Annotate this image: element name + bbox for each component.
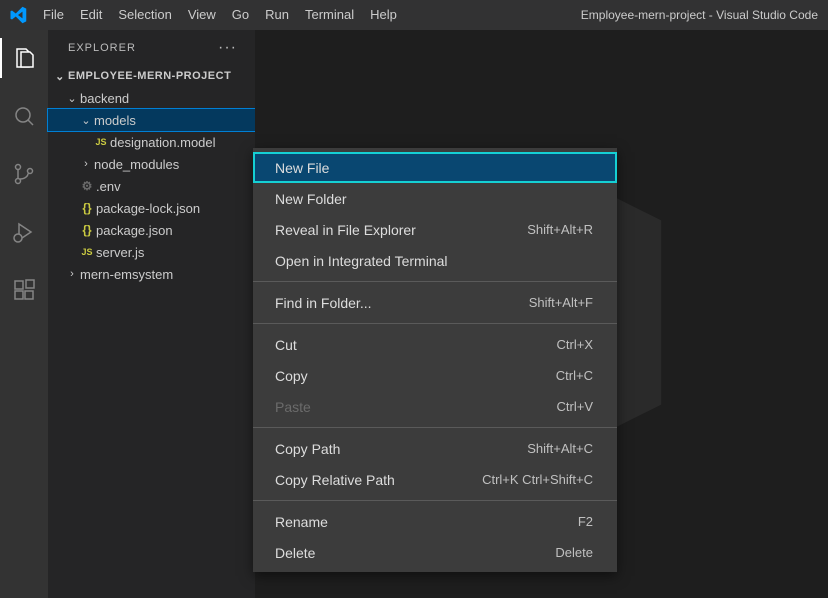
sidebar: EXPLORER ··· ⌄ EMPLOYEE-MERN-PROJECT ⌄ b…: [48, 30, 255, 598]
folder-mern-emsystem[interactable]: › mern-emsystem: [48, 263, 255, 285]
explorer-icon[interactable]: [0, 38, 48, 78]
ctx-label: New Folder: [275, 191, 347, 207]
separator: [253, 281, 617, 282]
chevron-right-icon: ›: [78, 158, 94, 170]
ctx-label: New File: [275, 160, 329, 176]
folder-label: mern-emsystem: [80, 267, 173, 282]
ctx-rename[interactable]: Rename F2: [253, 506, 617, 537]
ctx-delete[interactable]: Delete Delete: [253, 537, 617, 568]
ctx-shortcut: F2: [578, 514, 593, 529]
file-designation-model[interactable]: JS designation.model: [48, 131, 255, 153]
ctx-shortcut: Ctrl+V: [557, 399, 593, 414]
menu-go[interactable]: Go: [224, 0, 257, 30]
ctx-shortcut: Shift+Alt+C: [527, 441, 593, 456]
ctx-copy-relative-path[interactable]: Copy Relative Path Ctrl+K Ctrl+Shift+C: [253, 464, 617, 495]
explorer-title: EXPLORER: [68, 42, 136, 54]
debug-icon[interactable]: [0, 212, 48, 252]
json-file-icon: {}: [78, 223, 96, 237]
ctx-shortcut: Ctrl+X: [557, 337, 593, 352]
ctx-new-folder[interactable]: New Folder: [253, 183, 617, 214]
file-package-json[interactable]: {} package.json: [48, 219, 255, 241]
menu-terminal[interactable]: Terminal: [297, 0, 362, 30]
folder-node-modules[interactable]: › node_modules: [48, 153, 255, 175]
chevron-down-icon: ⌄: [52, 70, 68, 83]
ctx-label: Rename: [275, 514, 328, 530]
separator: [253, 427, 617, 428]
ctx-label: Reveal in File Explorer: [275, 222, 416, 238]
file-package-lock[interactable]: {} package-lock.json: [48, 197, 255, 219]
ctx-label: Open in Integrated Terminal: [275, 253, 448, 269]
ctx-copy-path[interactable]: Copy Path Shift+Alt+C: [253, 433, 617, 464]
ctx-cut[interactable]: Cut Ctrl+X: [253, 329, 617, 360]
file-label: package-lock.json: [96, 201, 200, 216]
ctx-label: Copy: [275, 368, 308, 384]
js-file-icon: JS: [78, 247, 96, 257]
ctx-paste: Paste Ctrl+V: [253, 391, 617, 422]
folder-models[interactable]: ⌄ models: [48, 109, 255, 131]
ctx-copy[interactable]: Copy Ctrl+C: [253, 360, 617, 391]
ctx-shortcut: Delete: [555, 545, 593, 560]
ctx-find-in-folder[interactable]: Find in Folder... Shift+Alt+F: [253, 287, 617, 318]
more-actions-icon[interactable]: ···: [218, 39, 237, 57]
ctx-reveal-explorer[interactable]: Reveal in File Explorer Shift+Alt+R: [253, 214, 617, 245]
search-icon[interactable]: [0, 96, 48, 136]
menu-run[interactable]: Run: [257, 0, 297, 30]
menubar: File Edit Selection View Go Run Terminal…: [35, 0, 405, 30]
chevron-right-icon: ›: [64, 268, 80, 280]
file-label: package.json: [96, 223, 173, 238]
sidebar-header: EXPLORER ···: [48, 30, 255, 65]
ctx-shortcut: Ctrl+K Ctrl+Shift+C: [482, 472, 593, 487]
ctx-shortcut: Shift+Alt+R: [527, 222, 593, 237]
gear-icon: ⚙: [78, 179, 96, 193]
menu-help[interactable]: Help: [362, 0, 405, 30]
folder-label: models: [94, 113, 136, 128]
separator: [253, 500, 617, 501]
ctx-shortcut: Shift+Alt+F: [529, 295, 593, 310]
folder-label: backend: [80, 91, 129, 106]
ctx-label: Copy Relative Path: [275, 472, 395, 488]
root-label: EMPLOYEE-MERN-PROJECT: [68, 70, 231, 82]
file-label: server.js: [96, 245, 144, 260]
file-label: .env: [96, 179, 121, 194]
chevron-down-icon: ⌄: [78, 114, 94, 127]
ctx-label: Delete: [275, 545, 315, 561]
js-file-icon: JS: [92, 137, 110, 147]
ctx-label: Paste: [275, 399, 311, 415]
ctx-label: Cut: [275, 337, 297, 353]
folder-backend[interactable]: ⌄ backend: [48, 87, 255, 109]
menu-edit[interactable]: Edit: [72, 0, 110, 30]
vscode-logo-icon: [0, 6, 35, 24]
context-menu: New File New Folder Reveal in File Explo…: [253, 148, 617, 572]
folder-label: node_modules: [94, 157, 179, 172]
file-label: designation.model: [110, 135, 216, 150]
menu-file[interactable]: File: [35, 0, 72, 30]
chevron-down-icon: ⌄: [64, 92, 80, 105]
extensions-icon[interactable]: [0, 270, 48, 310]
file-server-js[interactable]: JS server.js: [48, 241, 255, 263]
separator: [253, 323, 617, 324]
activitybar: [0, 30, 48, 598]
json-file-icon: {}: [78, 201, 96, 215]
ctx-label: Find in Folder...: [275, 295, 372, 311]
ctx-new-file[interactable]: New File: [253, 152, 617, 183]
file-tree: ⌄ EMPLOYEE-MERN-PROJECT ⌄ backend ⌄ mode…: [48, 65, 255, 285]
tree-root[interactable]: ⌄ EMPLOYEE-MERN-PROJECT: [48, 65, 255, 87]
menu-view[interactable]: View: [180, 0, 224, 30]
ctx-shortcut: Ctrl+C: [556, 368, 593, 383]
titlebar: File Edit Selection View Go Run Terminal…: [0, 0, 828, 30]
window-title: Employee-mern-project - Visual Studio Co…: [405, 8, 828, 22]
ctx-open-terminal[interactable]: Open in Integrated Terminal: [253, 245, 617, 276]
file-env[interactable]: ⚙ .env: [48, 175, 255, 197]
ctx-label: Copy Path: [275, 441, 340, 457]
source-control-icon[interactable]: [0, 154, 48, 194]
menu-selection[interactable]: Selection: [110, 0, 179, 30]
